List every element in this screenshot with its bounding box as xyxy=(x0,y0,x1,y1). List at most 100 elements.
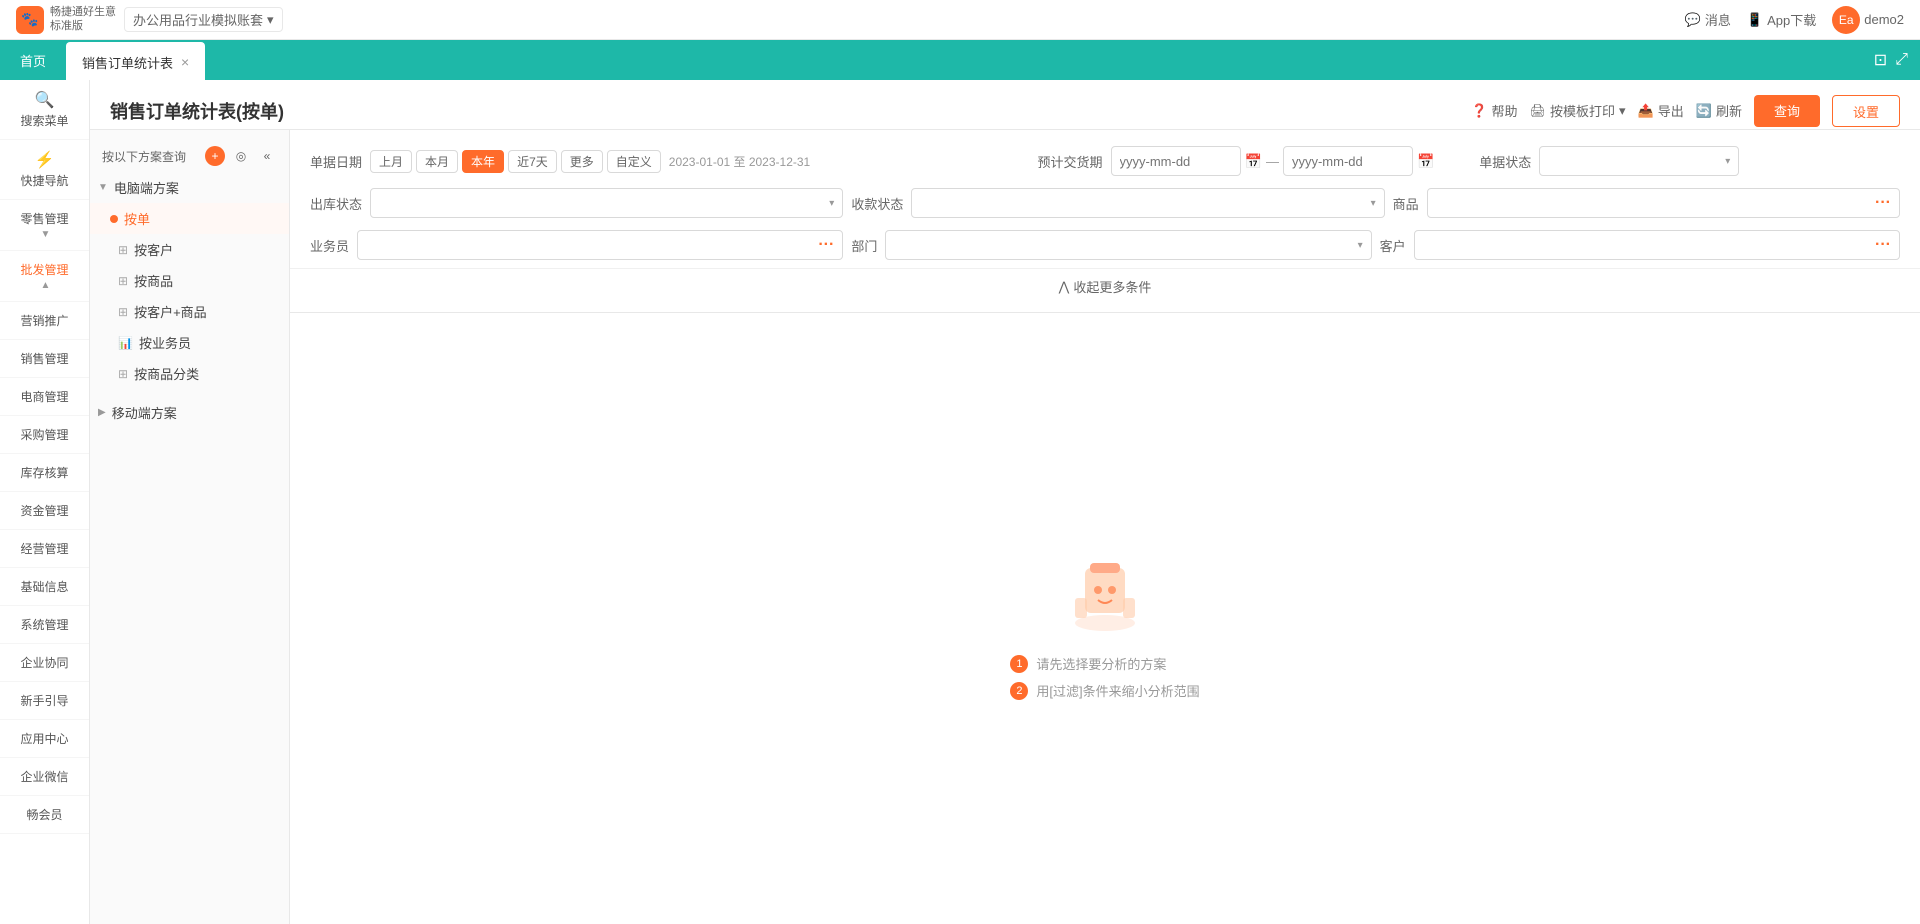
empty-tip-1: 1 请先选择要分析的方案 xyxy=(1010,654,1199,673)
content-area: 销售订单统计表(按单) ❓ 帮助 🖨 按模板打印 ▾ 📤 导出 🔄 刷新 xyxy=(90,80,1920,924)
tree-item-by-salesperson[interactable]: 📊 按业务员 xyxy=(90,327,289,358)
quick-btn-custom[interactable]: 自定义 xyxy=(607,150,661,173)
panel-header: 按以下方案查询 + ◎ « xyxy=(90,140,289,172)
refresh-button[interactable]: 🔄 刷新 xyxy=(1696,101,1742,120)
message-button[interactable]: 💬 消息 xyxy=(1685,10,1731,29)
expected-date-label: 预计交货期 xyxy=(1038,152,1103,171)
tree-item-by-category[interactable]: ⊞ 按商品分类 xyxy=(90,358,289,389)
page-title: 销售订单统计表(按单) xyxy=(110,98,284,124)
sidebar-item-operations[interactable]: 经营管理 xyxy=(0,530,89,568)
print-button[interactable]: 🖨 按模板打印 ▾ xyxy=(1530,101,1626,120)
tree-item-by-customer-goods[interactable]: ⊞ 按客户+商品 xyxy=(90,296,289,327)
top-bar: 🐾 畅捷通好生意 标准版 办公用品行业模拟账套 ▾ 💬 消息 📱 App下载 E… xyxy=(0,0,1920,40)
export-button[interactable]: 📤 导出 xyxy=(1638,101,1684,120)
goods-label: 商品 xyxy=(1393,194,1419,213)
logo-area: 🐾 畅捷通好生意 标准版 xyxy=(16,6,116,34)
quicknav-icon: ⚡ xyxy=(35,150,55,170)
sidebar-item-inventory[interactable]: 库存核算 xyxy=(0,454,89,492)
maximize-icon[interactable]: ⤢ xyxy=(1895,51,1908,69)
message-icon: 💬 xyxy=(1685,12,1701,28)
tree-item-by-customer[interactable]: ⊞ 按客户 xyxy=(90,234,289,265)
cg-icon: ⊞ xyxy=(118,305,128,319)
tab-bar-right: ⊡ ⤢ xyxy=(1874,50,1920,70)
goods-more-icon[interactable]: ··· xyxy=(1875,194,1891,212)
panel-icons: + ◎ « xyxy=(205,146,277,166)
quick-btn-thisyear[interactable]: 本年 xyxy=(462,150,504,173)
sidebar-item-member[interactable]: 畅会员 xyxy=(0,796,89,834)
logo-text: 畅捷通好生意 标准版 xyxy=(50,6,116,32)
sidebar-item-basic[interactable]: 基础信息 xyxy=(0,568,89,606)
add-plan-button[interactable]: + xyxy=(205,146,225,166)
minimize-icon[interactable]: ⊡ xyxy=(1874,50,1887,70)
sidebar-item-wechat[interactable]: 企业微信 xyxy=(0,758,89,796)
quick-btns: 上月 本月 本年 近7天 更多 自定义 xyxy=(370,150,661,173)
query-button[interactable]: 查询 xyxy=(1754,95,1820,127)
quick-btn-7days[interactable]: 近7天 xyxy=(508,150,557,173)
empty-tip-2: 2 用[过滤]条件来缩小分析范围 xyxy=(1010,681,1199,700)
tree-section-pc: ▼ 电脑端方案 xyxy=(90,172,289,203)
collapse-filter-button[interactable]: ⋀ 收起更多条件 xyxy=(290,268,1920,304)
calendar-start-icon[interactable]: 📅 xyxy=(1245,153,1262,170)
sidebar-item-wholesale[interactable]: 批发管理 ▲ xyxy=(0,251,89,302)
logo-icon: 🐾 xyxy=(16,6,44,34)
sidebar-item-quicknav[interactable]: ⚡ 快捷导航 xyxy=(0,140,89,200)
date-label: 单据日期 xyxy=(310,152,362,171)
salesperson-label: 业务员 xyxy=(310,236,349,255)
expected-date-end[interactable] xyxy=(1283,146,1413,176)
sidebar-item-search[interactable]: 🔍 搜索菜单 xyxy=(0,80,89,140)
quick-btn-thismonth[interactable]: 本月 xyxy=(416,150,458,173)
sidebar-item-ecommerce[interactable]: 电商管理 xyxy=(0,378,89,416)
app-selector[interactable]: 办公用品行业模拟账套 ▾ xyxy=(124,7,283,32)
status-label: 单据状态 xyxy=(1479,152,1531,171)
customer-select[interactable]: ··· xyxy=(1414,230,1900,260)
customer-icon: ⊞ xyxy=(118,243,128,257)
category-icon: ⊞ xyxy=(118,367,128,381)
toggle-panel-button[interactable]: « xyxy=(257,146,277,166)
refresh-icon: 🔄 xyxy=(1696,103,1712,119)
sidebar-item-purchase[interactable]: 采购管理 xyxy=(0,416,89,454)
chevron-down-icon: ▾ xyxy=(267,12,274,28)
left-panel: 按以下方案查询 + ◎ « ▼ 电脑端方案 按单 ⊞ xyxy=(90,130,290,924)
app-download-button[interactable]: 📱 App下载 xyxy=(1747,10,1816,29)
tree-item-by-order[interactable]: 按单 xyxy=(90,203,289,234)
status-select[interactable]: ▾ xyxy=(1539,146,1739,176)
sidebar-item-retail[interactable]: 零售管理 ▼ xyxy=(0,200,89,251)
empty-illustration xyxy=(1055,538,1155,638)
settings-plan-icon[interactable]: ◎ xyxy=(231,146,251,166)
help-button[interactable]: ❓ 帮助 xyxy=(1471,101,1517,120)
calendar-end-icon[interactable]: 📅 xyxy=(1417,153,1434,170)
top-bar-right: 💬 消息 📱 App下载 Ea demo2 xyxy=(1685,6,1904,34)
customer-more-icon[interactable]: ··· xyxy=(1875,236,1891,254)
sidebar-item-sales[interactable]: 销售管理 xyxy=(0,340,89,378)
salesperson-more-icon[interactable]: ··· xyxy=(818,236,834,254)
sidebar-item-system[interactable]: 系统管理 xyxy=(0,606,89,644)
salesperson-select[interactable]: ··· xyxy=(357,230,843,260)
tree-item-by-goods[interactable]: ⊞ 按商品 xyxy=(90,265,289,296)
sidebar-item-appcenter[interactable]: 应用中心 xyxy=(0,720,89,758)
avatar: Ea xyxy=(1832,6,1860,34)
quick-btn-more[interactable]: 更多 xyxy=(561,150,603,173)
print-icon: 🖨 xyxy=(1530,103,1547,119)
user-menu[interactable]: Ea demo2 xyxy=(1832,6,1904,34)
expected-date-start[interactable] xyxy=(1111,146,1241,176)
expected-date-range: 📅 — 📅 xyxy=(1111,146,1472,176)
outbound-select[interactable]: ▾ xyxy=(370,188,843,218)
sidebar-item-finance[interactable]: 资金管理 xyxy=(0,492,89,530)
home-tab[interactable]: 首页 xyxy=(0,40,66,80)
goods-select[interactable]: ··· xyxy=(1427,188,1900,218)
sidebar-item-guide[interactable]: 新手引导 xyxy=(0,682,89,720)
payment-select[interactable]: ▾ xyxy=(911,188,1384,218)
collapse-icon: ⋀ xyxy=(1059,279,1070,295)
sidebar-item-marketing[interactable]: 营销推广 xyxy=(0,302,89,340)
settings-button[interactable]: 设置 xyxy=(1832,95,1900,127)
filter-section: 单据日期 上月 本月 本年 近7天 更多 自定义 2023-01-01 至 20… xyxy=(290,130,1920,313)
download-icon: 📱 xyxy=(1747,12,1763,28)
active-tab[interactable]: 销售订单统计表 × xyxy=(66,42,205,82)
main-layout: 🔍 搜索菜单 ⚡ 快捷导航 零售管理 ▼ 批发管理 ▲ 营销推广 销售管理 电商… xyxy=(0,80,1920,924)
sidebar-item-collab[interactable]: 企业协同 xyxy=(0,644,89,682)
page-header: 销售订单统计表(按单) ❓ 帮助 🖨 按模板打印 ▾ 📤 导出 🔄 刷新 xyxy=(90,80,1920,130)
dept-select[interactable]: ▾ xyxy=(885,230,1371,260)
close-tab-icon[interactable]: × xyxy=(181,54,189,70)
quick-btn-lastmonth[interactable]: 上月 xyxy=(370,150,412,173)
date-range-display: 2023-01-01 至 2023-12-31 xyxy=(669,153,1030,170)
